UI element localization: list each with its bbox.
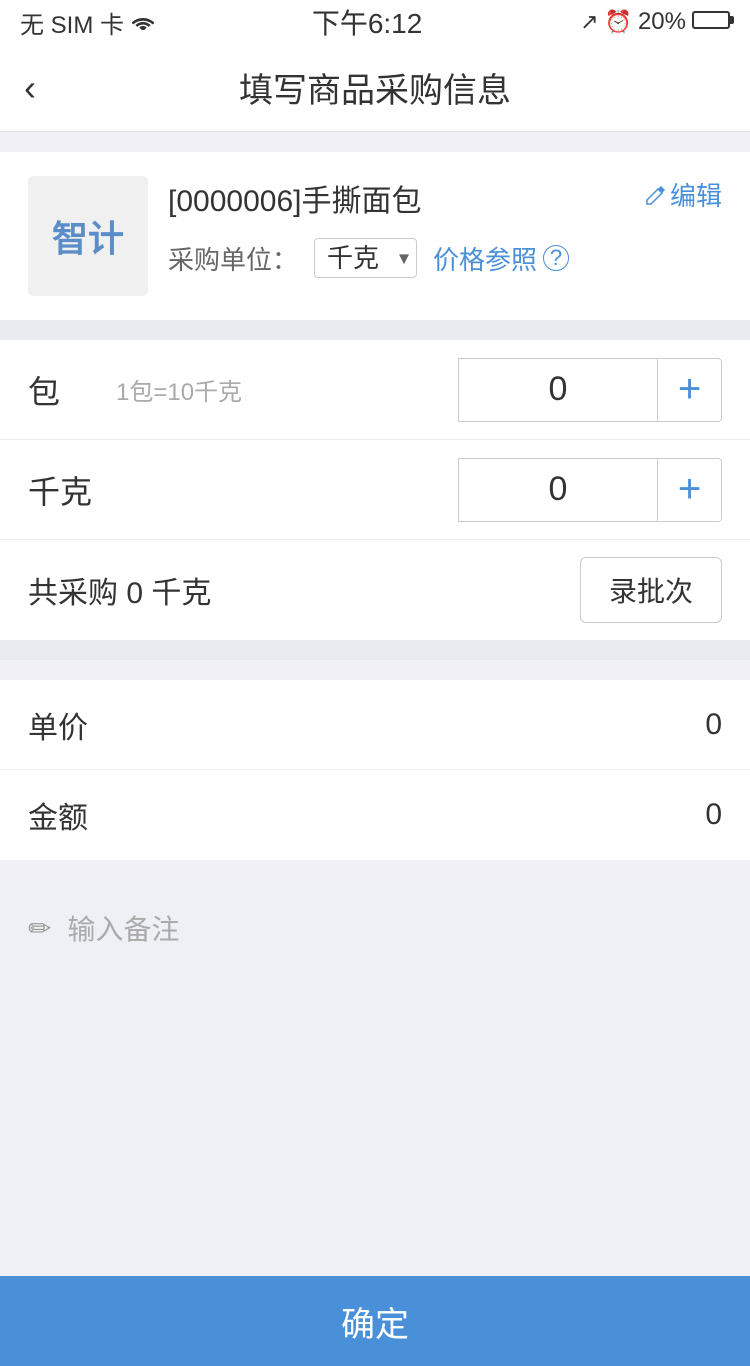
price-row-1: 金额 0 (0, 770, 750, 860)
product-image-label: 智计 (52, 210, 124, 262)
quantity-input-group-0: + (458, 358, 722, 422)
note-placeholder: 输入备注 (67, 908, 179, 948)
sim-label: 无 SIM 卡 (20, 5, 124, 40)
quantity-input-0[interactable] (458, 358, 658, 422)
quantity-section: 包 1包=10千克 + 千克 + (0, 340, 750, 540)
quantity-plus-1[interactable]: + (658, 458, 722, 522)
status-bar: 无 SIM 卡 下午6:12 ↗ ⏰ 20% (0, 0, 750, 44)
product-info: [0000006]手撕面包 编辑 采购单位： 千克 (168, 176, 722, 278)
confirm-button[interactable]: 确定 (0, 1276, 750, 1366)
note-section[interactable]: ✏ 输入备注 (0, 880, 750, 976)
page-title: 填写商品采购信息 (239, 63, 511, 112)
status-right: ↗ ⏰ 20% (580, 8, 730, 36)
price-label-1: 金额 (28, 793, 88, 837)
unit-select-wrapper[interactable]: 千克 (314, 238, 417, 278)
quantity-hint-0: 1包=10千克 (116, 372, 458, 407)
quantity-label-1: 千克 (28, 467, 108, 513)
price-row-0: 单价 0 (0, 680, 750, 770)
main-content: 智计 [0000006]手撕面包 编辑 采购单位： (0, 132, 750, 1276)
price-ref-icon: ? (543, 245, 569, 271)
quantity-row-1: 千克 + (0, 440, 750, 540)
alarm-icon: ⏰ (605, 9, 632, 35)
purchase-unit-row: 采购单位： 千克 价格参照 ? (168, 238, 722, 278)
wifi-icon (132, 14, 154, 30)
price-value-0: 0 (705, 708, 722, 742)
quantity-input-group-1: + (458, 458, 722, 522)
product-name-row: [0000006]手撕面包 编辑 (168, 176, 722, 220)
summary-text: 共采购 0 千克 (28, 568, 211, 612)
status-time: 下午6:12 (312, 2, 423, 42)
nav-bar: ‹ 填写商品采购信息 (0, 44, 750, 132)
quantity-plus-0[interactable]: + (658, 358, 722, 422)
edit-icon (644, 184, 666, 206)
batch-button[interactable]: 录批次 (580, 557, 722, 623)
status-left: 无 SIM 卡 (20, 5, 154, 40)
unit-select[interactable]: 千克 (314, 238, 417, 278)
summary-row: 共采购 0 千克 录批次 (0, 540, 750, 640)
section-divider-1 (0, 320, 750, 340)
note-icon: ✏ (28, 912, 51, 945)
location-icon: ↗ (580, 9, 598, 35)
edit-button[interactable]: 编辑 (644, 176, 722, 213)
product-image: 智计 (28, 176, 148, 296)
price-value-1: 0 (705, 798, 722, 832)
price-ref-label: 价格参照 (433, 240, 537, 277)
purchase-unit-label: 采购单位： (168, 240, 298, 277)
battery-percent: 20% (638, 8, 686, 36)
edit-label: 编辑 (670, 176, 722, 213)
product-name: [0000006]手撕面包 (168, 176, 421, 220)
quantity-label-0: 包 (28, 367, 108, 413)
bottom-area: 确定 (0, 1276, 750, 1366)
section-divider-2 (0, 640, 750, 660)
price-section: 单价 0 金额 0 (0, 680, 750, 860)
product-card: 智计 [0000006]手撕面包 编辑 采购单位： (0, 152, 750, 320)
quantity-row-0: 包 1包=10千克 + (0, 340, 750, 440)
price-label-0: 单价 (28, 703, 88, 747)
battery-icon (692, 8, 730, 36)
back-button[interactable]: ‹ (24, 67, 36, 109)
quantity-input-1[interactable] (458, 458, 658, 522)
content-fill (0, 976, 750, 1276)
price-ref-button[interactable]: 价格参照 ? (433, 240, 569, 277)
